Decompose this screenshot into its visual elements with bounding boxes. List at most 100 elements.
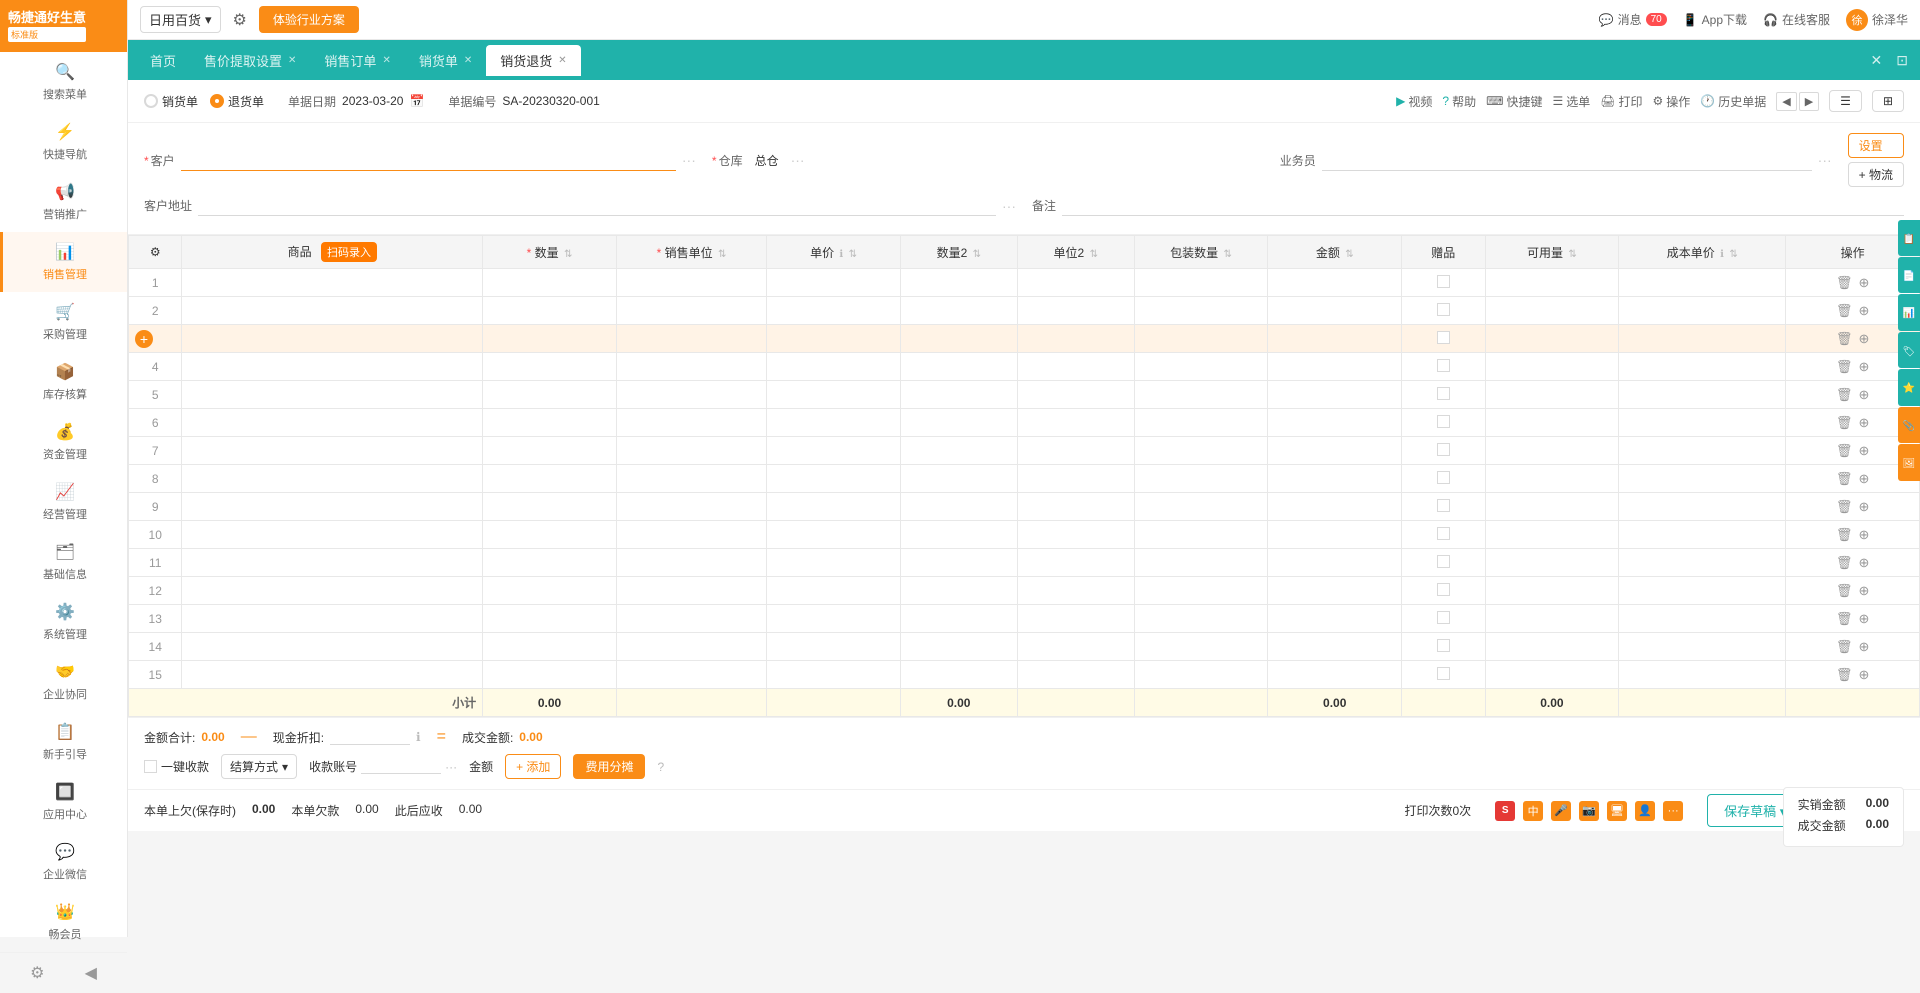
cell-unit2-8[interactable] (1017, 465, 1134, 493)
settings-btn[interactable]: 设置 (1848, 133, 1904, 158)
cell-price-6[interactable] (767, 409, 901, 437)
gift-checkbox-5[interactable] (1437, 387, 1450, 400)
action-select[interactable]: ☰ 选单 (1552, 93, 1590, 110)
cell-amount-14[interactable] (1268, 633, 1402, 661)
unit2-sort-icon[interactable]: ⇅ (1090, 249, 1098, 260)
sidebar-item-wechat[interactable]: 💬 企业微信 (0, 832, 127, 892)
cell-amount-13[interactable] (1268, 605, 1402, 633)
gift-checkbox-14[interactable] (1437, 639, 1450, 652)
calendar-icon[interactable]: 📅 (409, 94, 424, 108)
cell-qty2-7[interactable] (900, 437, 1017, 465)
cell-amount-7[interactable] (1268, 437, 1402, 465)
tab-close-price[interactable]: ✕ (288, 55, 296, 66)
cell-goods-8[interactable] (182, 465, 483, 493)
tab-close-delivery[interactable]: ✕ (464, 55, 472, 66)
collapse-icon[interactable]: ◀ (85, 963, 97, 983)
cell-qty2-11[interactable] (900, 549, 1017, 577)
account-input[interactable] (361, 759, 441, 774)
delete-row-12[interactable]: 🗑 (1836, 583, 1853, 599)
copy-row-11[interactable]: ⊕ (1858, 555, 1869, 571)
outer-btn-3[interactable]: 📊 (1898, 294, 1920, 330)
cell-unit2-6[interactable] (1017, 409, 1134, 437)
cell-pkg-3[interactable] (1134, 325, 1268, 353)
cell-goods-4[interactable] (182, 353, 483, 381)
gift-checkbox-2[interactable] (1437, 303, 1450, 316)
sidebar-item-marketing[interactable]: 📢 营销推广 (0, 172, 127, 232)
delete-row-13[interactable]: 🗑 (1836, 611, 1853, 627)
delete-row-2[interactable]: 🗑 (1836, 303, 1853, 319)
cell-price-12[interactable] (767, 577, 901, 605)
cell-pkg-12[interactable] (1134, 577, 1268, 605)
delete-row-1[interactable]: 🗑 (1836, 275, 1853, 291)
sidebar-item-appstore[interactable]: 🔲 应用中心 (0, 772, 127, 832)
cell-pkg-9[interactable] (1134, 493, 1268, 521)
action-print[interactable]: 🖨 打印 (1600, 93, 1642, 110)
cell-unit-12[interactable] (616, 577, 766, 605)
sidebar-item-inventory[interactable]: 📦 库存核算 (0, 352, 127, 412)
tab-close-order[interactable]: ✕ (382, 55, 390, 66)
gift-checkbox-12[interactable] (1437, 583, 1450, 596)
copy-row-9[interactable]: ⊕ (1858, 499, 1869, 515)
cell-goods-1[interactable] (182, 269, 483, 297)
settle-select[interactable]: 结算方式 ▾ (221, 754, 297, 779)
online-service-item[interactable]: 🎧 在线客服 (1763, 11, 1830, 28)
tool-mic[interactable]: 🎤 (1551, 801, 1571, 821)
cell-available-8[interactable] (1485, 465, 1619, 493)
copy-row-6[interactable]: ⊕ (1858, 415, 1869, 431)
cell-unit-15[interactable] (616, 661, 766, 689)
cell-cost-7[interactable] (1619, 437, 1786, 465)
user-profile[interactable]: 徐 徐泽华 (1846, 9, 1908, 31)
cell-amount-15[interactable] (1268, 661, 1402, 689)
cell-available-11[interactable] (1485, 549, 1619, 577)
outer-btn-6[interactable]: 📎 (1898, 407, 1920, 443)
cell-qty-2[interactable] (483, 297, 617, 325)
cell-pkg-15[interactable] (1134, 661, 1268, 689)
cell-cost-15[interactable] (1619, 661, 1786, 689)
cell-available-15[interactable] (1485, 661, 1619, 689)
delete-row-11[interactable]: 🗑 (1836, 555, 1853, 571)
cell-qty-6[interactable] (483, 409, 617, 437)
cell-pkg-8[interactable] (1134, 465, 1268, 493)
cell-unit2-9[interactable] (1017, 493, 1134, 521)
cell-pkg-1[interactable] (1134, 269, 1268, 297)
add-row-btn[interactable]: + (135, 330, 153, 348)
price-sort-icon[interactable]: ⇅ (849, 249, 857, 260)
cell-qty-3[interactable] (483, 325, 617, 353)
gift-checkbox-9[interactable] (1437, 499, 1450, 512)
cell-goods-14[interactable] (182, 633, 483, 661)
copy-row-14[interactable]: ⊕ (1858, 639, 1869, 655)
cell-qty2-10[interactable] (900, 521, 1017, 549)
action-shortcut[interactable]: ⌨ 快捷键 (1486, 93, 1542, 110)
copy-row-8[interactable]: ⊕ (1858, 471, 1869, 487)
cell-pkg-4[interactable] (1134, 353, 1268, 381)
cell-unit-6[interactable] (616, 409, 766, 437)
cell-cost-13[interactable] (1619, 605, 1786, 633)
sidebar-item-search[interactable]: 🔍 搜索菜单 (0, 52, 127, 112)
cell-unit-10[interactable] (616, 521, 766, 549)
gift-checkbox-1[interactable] (1437, 275, 1450, 288)
cell-cost-8[interactable] (1619, 465, 1786, 493)
unit-sort-icon[interactable]: ⇅ (718, 249, 726, 260)
cell-cost-12[interactable] (1619, 577, 1786, 605)
cell-unit2-3[interactable] (1017, 325, 1134, 353)
action-video[interactable]: ▶ 视频 (1396, 93, 1432, 110)
gift-checkbox-13[interactable] (1437, 611, 1450, 624)
cell-unit2-4[interactable] (1017, 353, 1134, 381)
cell-pkg-6[interactable] (1134, 409, 1268, 437)
cell-amount-10[interactable] (1268, 521, 1402, 549)
cell-cost-1[interactable] (1619, 269, 1786, 297)
delete-row-14[interactable]: 🗑 (1836, 639, 1853, 655)
qty-sort-icon[interactable]: ⇅ (564, 249, 572, 260)
cell-amount-9[interactable] (1268, 493, 1402, 521)
delete-row-15[interactable]: 🗑 (1836, 667, 1853, 683)
cell-qty2-4[interactable] (900, 353, 1017, 381)
cell-unit-2[interactable] (616, 297, 766, 325)
cell-cost-5[interactable] (1619, 381, 1786, 409)
cell-cost-14[interactable] (1619, 633, 1786, 661)
cell-price-9[interactable] (767, 493, 901, 521)
cell-qty2-13[interactable] (900, 605, 1017, 633)
cell-goods-11[interactable] (182, 549, 483, 577)
copy-row-4[interactable]: ⊕ (1858, 359, 1869, 375)
sidebar-item-operations[interactable]: 📈 经营管理 (0, 472, 127, 532)
cell-unit2-10[interactable] (1017, 521, 1134, 549)
